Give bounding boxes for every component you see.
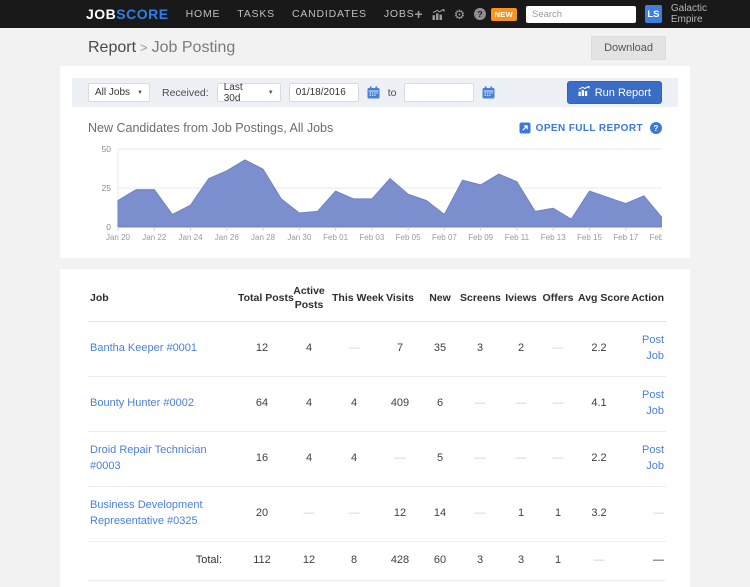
table-row: Bantha Keeper #0001124—73532—2.2Post Job — [88, 322, 666, 377]
date-range-select[interactable]: Last 30d▼ — [217, 83, 281, 102]
svg-text:Jan 20: Jan 20 — [106, 233, 131, 242]
post-job-link[interactable]: Post Job — [642, 334, 664, 362]
jobscore-logo[interactable]: JOBSCORE — [86, 6, 169, 22]
plus-icon[interactable]: + — [414, 7, 422, 21]
page-title: Job Posting — [152, 39, 236, 56]
svg-text:0: 0 — [106, 222, 111, 232]
breadcrumb: Report>Job Posting — [88, 39, 235, 57]
area-chart: 0 25 50 Jan 20 Jan 22 Jan 24 Jan 26 Jan 28 Jan 3… — [60, 141, 690, 248]
column-header: Avg Score — [576, 273, 622, 322]
job-posting-table: JobTotal PostsActive PostsThis WeekVisit… — [88, 273, 666, 581]
avatar[interactable]: LS — [645, 5, 662, 23]
column-header: Active Posts — [288, 273, 330, 322]
to-label: to — [388, 87, 397, 99]
svg-text:Feb 15: Feb 15 — [577, 233, 602, 242]
svg-text:Feb 07: Feb 07 — [432, 233, 457, 242]
nav-jobs[interactable]: JOBS — [384, 8, 415, 20]
report-card: All Jobs▼ Received: Last 30d▼ to Run Rep… — [60, 66, 690, 258]
nav-candidates[interactable]: CANDIDATES — [292, 8, 367, 20]
post-job-link[interactable]: Post Job — [642, 444, 664, 472]
column-header: Offers — [540, 273, 576, 322]
calendar-icon[interactable] — [367, 86, 380, 99]
date-to-input[interactable] — [404, 83, 474, 102]
svg-text:Feb 05: Feb 05 — [396, 233, 421, 242]
table-row: Business Development Representative #032… — [88, 486, 666, 541]
svg-text:Feb 11: Feb 11 — [505, 233, 530, 242]
received-label: Received: — [162, 87, 209, 99]
svg-text:Feb 01: Feb 01 — [323, 233, 348, 242]
svg-text:Feb 09: Feb 09 — [468, 233, 493, 242]
breadcrumb-separator: > — [136, 40, 152, 55]
chart-title: New Candidates from Job Postings, All Jo… — [88, 121, 333, 135]
job-posting-table-card: JobTotal PostsActive PostsThis WeekVisit… — [60, 269, 690, 587]
nav-home[interactable]: HOME — [186, 8, 221, 20]
account-name: Galactic Empire — [671, 3, 737, 25]
chart-icon — [578, 86, 590, 99]
svg-text:50: 50 — [102, 145, 112, 154]
open-report-icon — [519, 122, 531, 134]
column-header: This Week — [330, 273, 378, 322]
table-row: Droid Repair Technician #00031644—5———2.… — [88, 432, 666, 487]
analytics-icon[interactable] — [432, 9, 445, 20]
gear-icon[interactable]: ⚙ — [454, 8, 466, 21]
svg-text:Feb 03: Feb 03 — [359, 233, 384, 242]
column-header: Job — [88, 273, 236, 322]
table-row: Bounty Hunter #000264444096———4.1Post Jo… — [88, 377, 666, 432]
run-report-button[interactable]: Run Report — [567, 81, 662, 104]
help-icon[interactable]: ? — [474, 8, 485, 20]
svg-text:Feb 17: Feb 17 — [613, 233, 638, 242]
chart-help-icon[interactable]: ? — [650, 122, 662, 134]
search-input[interactable] — [526, 6, 636, 23]
breadcrumb-report[interactable]: Report — [88, 39, 136, 56]
column-header: Visits — [378, 273, 422, 322]
svg-text:Feb 13: Feb 13 — [541, 233, 566, 242]
download-button[interactable]: Download — [591, 36, 666, 60]
column-header: Total Posts — [236, 273, 288, 322]
new-badge: NEW — [491, 8, 517, 21]
svg-text:25: 25 — [102, 183, 112, 193]
svg-text:Jan 30: Jan 30 — [287, 233, 312, 242]
svg-text:Jan 26: Jan 26 — [215, 233, 240, 242]
chevron-down-icon: ▼ — [268, 90, 274, 96]
table-header-row: JobTotal PostsActive PostsThis WeekVisit… — [88, 273, 666, 322]
calendar-icon[interactable] — [482, 86, 495, 99]
column-header: Iviews — [502, 273, 540, 322]
chevron-down-icon: ▼ — [137, 90, 143, 96]
nav-tasks[interactable]: TASKS — [237, 8, 275, 20]
job-link[interactable]: Bounty Hunter #0002 — [90, 397, 194, 409]
table-total-row: Total:11212842860331—— — [88, 541, 666, 580]
post-job-link[interactable]: Post Job — [642, 389, 664, 417]
jobs-filter-select[interactable]: All Jobs▼ — [88, 83, 150, 102]
job-link[interactable]: Droid Repair Technician #0003 — [90, 444, 207, 472]
date-from-input[interactable] — [289, 83, 359, 102]
open-full-report-link[interactable]: OPEN FULL REPORT — [536, 123, 643, 134]
svg-text:Jan 28: Jan 28 — [251, 233, 276, 242]
top-navbar: JOBSCORE HOME TASKS CANDIDATES JOBS + ⚙ … — [0, 0, 750, 28]
job-link[interactable]: Business Development Representative #032… — [90, 499, 203, 527]
column-header: New — [422, 273, 458, 322]
column-header: Screens — [458, 273, 502, 322]
svg-text:Jan 22: Jan 22 — [142, 233, 167, 242]
job-link[interactable]: Bantha Keeper #0001 — [90, 342, 197, 354]
svg-text:Jan 24: Jan 24 — [179, 233, 204, 242]
svg-text:Feb 19: Feb 19 — [650, 233, 662, 242]
filter-bar: All Jobs▼ Received: Last 30d▼ to Run Rep… — [72, 78, 678, 107]
